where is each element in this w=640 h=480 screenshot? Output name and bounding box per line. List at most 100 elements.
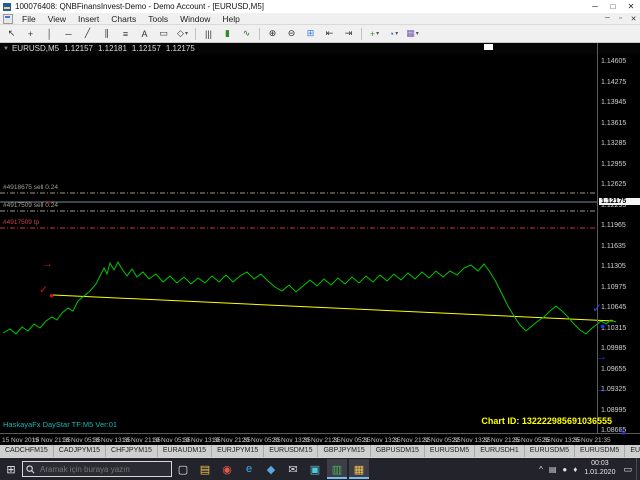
menu-item-view[interactable]: View [42, 14, 72, 24]
chart-tabs: CADCHFM15 CADJPYM15 CHFJPYM15 EURAUDM15 EURJ… [0, 445, 640, 458]
tray-icons: ^ ▤ ● ♦ [536, 465, 580, 474]
yellow-trendline[interactable] [52, 294, 614, 322]
blue-check-icon: ✓ [592, 301, 603, 315]
menu-item-tools[interactable]: Tools [142, 14, 174, 24]
chart-tab-euraudm15[interactable]: EURAUDM15 [157, 445, 213, 457]
blue-signal-arrow-2-icon: → [596, 383, 607, 395]
menu-items: File View Insert Charts Tools Window Help [16, 14, 246, 24]
text-tool[interactable]: A [136, 25, 153, 42]
chart-tab-chfjpym15[interactable]: CHFJPYM15 [106, 445, 158, 457]
show-desktop-button[interactable] [636, 458, 640, 480]
chart-tab-cadchfm15[interactable]: CADCHFM15 [0, 445, 54, 457]
close-button[interactable]: ✕ [622, 0, 640, 13]
chart-minimize-button[interactable]: ─ [601, 15, 614, 23]
crosshair-tool[interactable]: + [22, 25, 39, 42]
price-axis [597, 43, 598, 433]
price-axis-label: 1.13615 [601, 120, 627, 127]
windows-taskbar: ⊞ ▢▤◉e◆✉▣▥▦ ^▤●♦ 00:03 1.01.2020 ▭ [0, 458, 640, 480]
equidistant-channel-tool-glyph: ∥ [104, 28, 109, 38]
fibonacci-tool[interactable]: ≡ [117, 25, 134, 42]
blue-dot-icon: ● [600, 321, 606, 331]
taskbar-app-icons: ▢ ▤ ◉ e ◆ ✉ ▣ ▥ ▦ [172, 459, 370, 479]
zoom-out-button[interactable]: ⊖ [283, 25, 300, 42]
tray-icon-2[interactable]: ● [559, 465, 570, 474]
auto-scroll-button[interactable]: ⇤ [321, 25, 338, 42]
mail-icon[interactable]: ✉ [283, 459, 303, 479]
chart-panel: ▼ EURUSD,M5 1.12157 1.12181 1.12157 1.12… [0, 43, 640, 445]
tray-icon-1[interactable]: ▤ [546, 465, 560, 474]
templates-dropdown[interactable]: ▦ ▾ [404, 25, 421, 42]
arrows-dropdown[interactable]: ◇ ▾ [174, 25, 191, 42]
text-label-tool[interactable]: ▭ [155, 25, 172, 42]
menu-item-charts[interactable]: Charts [105, 14, 142, 24]
equidistant-channel-tool[interactable]: ∥ [98, 25, 115, 42]
fibonacci-tool-glyph: ≡ [122, 28, 129, 39]
file-explorer-icon[interactable]: ▤ [195, 459, 215, 479]
menu-item-file[interactable]: File [16, 14, 42, 24]
task-view-icon[interactable]: ▢ [173, 459, 193, 479]
search-icon [26, 464, 35, 473]
chrome-icon[interactable]: ◉ [217, 459, 237, 479]
chart-tab-eurusdm5[interactable]: EURUSDM5 [424, 445, 476, 457]
price-line-series [2, 260, 617, 335]
red-buy-arrow-icon: → [42, 195, 53, 207]
line-chart-button-glyph: ∿ [242, 28, 251, 38]
zoom-in-button[interactable]: ⊕ [264, 25, 281, 42]
price-axis-label: 1.14605 [601, 58, 627, 65]
minimize-button[interactable]: ─ [586, 0, 604, 13]
trendline-tool[interactable]: ╱ [79, 25, 96, 42]
price-axis-label: 1.09655 [601, 366, 627, 373]
chart-tab-gbpjpym15[interactable]: GBPJPYM15 [318, 445, 371, 457]
tile-windows-button[interactable]: ⊞ [302, 25, 319, 42]
chart-tab-gbpusdm15[interactable]: GBPUSDM15 [370, 445, 425, 457]
chart-tab-cadjpym15[interactable]: CADJPYM15 [53, 445, 107, 457]
bar-chart-button[interactable]: ||| [200, 25, 217, 42]
chart-close-button[interactable]: ✕ [627, 15, 640, 23]
red-signal-arrow-icon: → [42, 258, 53, 270]
menu-item-window[interactable]: Window [174, 14, 216, 24]
price-chart-plot [0, 192, 617, 335]
candlestick-chart-button[interactable]: ▮ [219, 25, 236, 42]
chart-tab-eurusdm15[interactable]: EURUSDM15 [264, 445, 319, 457]
mt4-icon[interactable]: ▦ [349, 459, 369, 479]
system-tray: ^ ▤ ● ♦ 00:03 1.01.2020 ▭ [536, 458, 640, 480]
taskbar-search[interactable] [22, 461, 172, 477]
chart-tab-eurusdh1[interactable]: EURUSDH1 [475, 445, 525, 457]
chart-shift-button-glyph: ⇥ [344, 28, 353, 38]
vertical-line-tool[interactable]: │ [41, 25, 58, 42]
menu-item-help[interactable]: Help [216, 14, 245, 24]
chart-restore-button[interactable]: ▫ [614, 15, 627, 23]
notification-center-icon[interactable]: ▭ [619, 464, 636, 475]
horizontal-line-tool[interactable]: ─ [60, 25, 77, 42]
chart-tab-eurusdm5[interactable]: EURUSDM5 [524, 445, 576, 457]
excel-icon[interactable]: ▥ [327, 459, 347, 479]
menu-bar: File View Insert Charts Tools Window Help ─ ▫ ✕ [0, 13, 640, 25]
indicators-button[interactable]: + ▾ [366, 25, 383, 42]
edge-icon[interactable]: e [239, 459, 259, 479]
chart-tab-eurusdm5[interactable]: EURUSDM5 [575, 445, 626, 457]
menu-item-insert[interactable]: Insert [72, 14, 105, 24]
periods-dropdown-glyph: ◔ [388, 28, 395, 39]
chart-window-icon[interactable] [3, 13, 13, 24]
start-button[interactable]: ⊞ [0, 463, 22, 476]
current-price-badge: 1.12175 [599, 198, 640, 205]
chart-shift-button[interactable]: ⇥ [340, 25, 357, 42]
templates-dropdown-glyph: ▦ [406, 28, 415, 38]
tray-icon-3[interactable]: ♦ [570, 465, 580, 474]
periods-dropdown[interactable]: ◔ ▾ [385, 25, 402, 42]
window-controls: ─ □ ✕ [586, 0, 640, 13]
line-chart-button[interactable]: ∿ [238, 25, 255, 42]
price-axis-label: 1.12955 [601, 161, 627, 168]
title-bar[interactable]: 100076408: QNBFinansInvest-Demo - Demo A… [0, 0, 640, 13]
store-icon[interactable]: ◆ [261, 459, 281, 479]
search-input[interactable] [38, 463, 162, 475]
chart-tab-eurusdm5[interactable]: EURUSDM5 [625, 445, 640, 457]
photos-icon[interactable]: ▣ [305, 459, 325, 479]
tray-expand-caret-icon[interactable]: ^ [536, 465, 546, 474]
cursor-tool[interactable]: ↖ [3, 25, 20, 42]
clock[interactable]: 00:03 1.01.2020 [580, 460, 619, 478]
red-dot-icon: ● [49, 291, 54, 300]
maximize-button[interactable]: □ [604, 0, 622, 13]
toolbar-separator [259, 27, 260, 40]
chart-tab-eurjpym15[interactable]: EURJPYM15 [212, 445, 265, 457]
